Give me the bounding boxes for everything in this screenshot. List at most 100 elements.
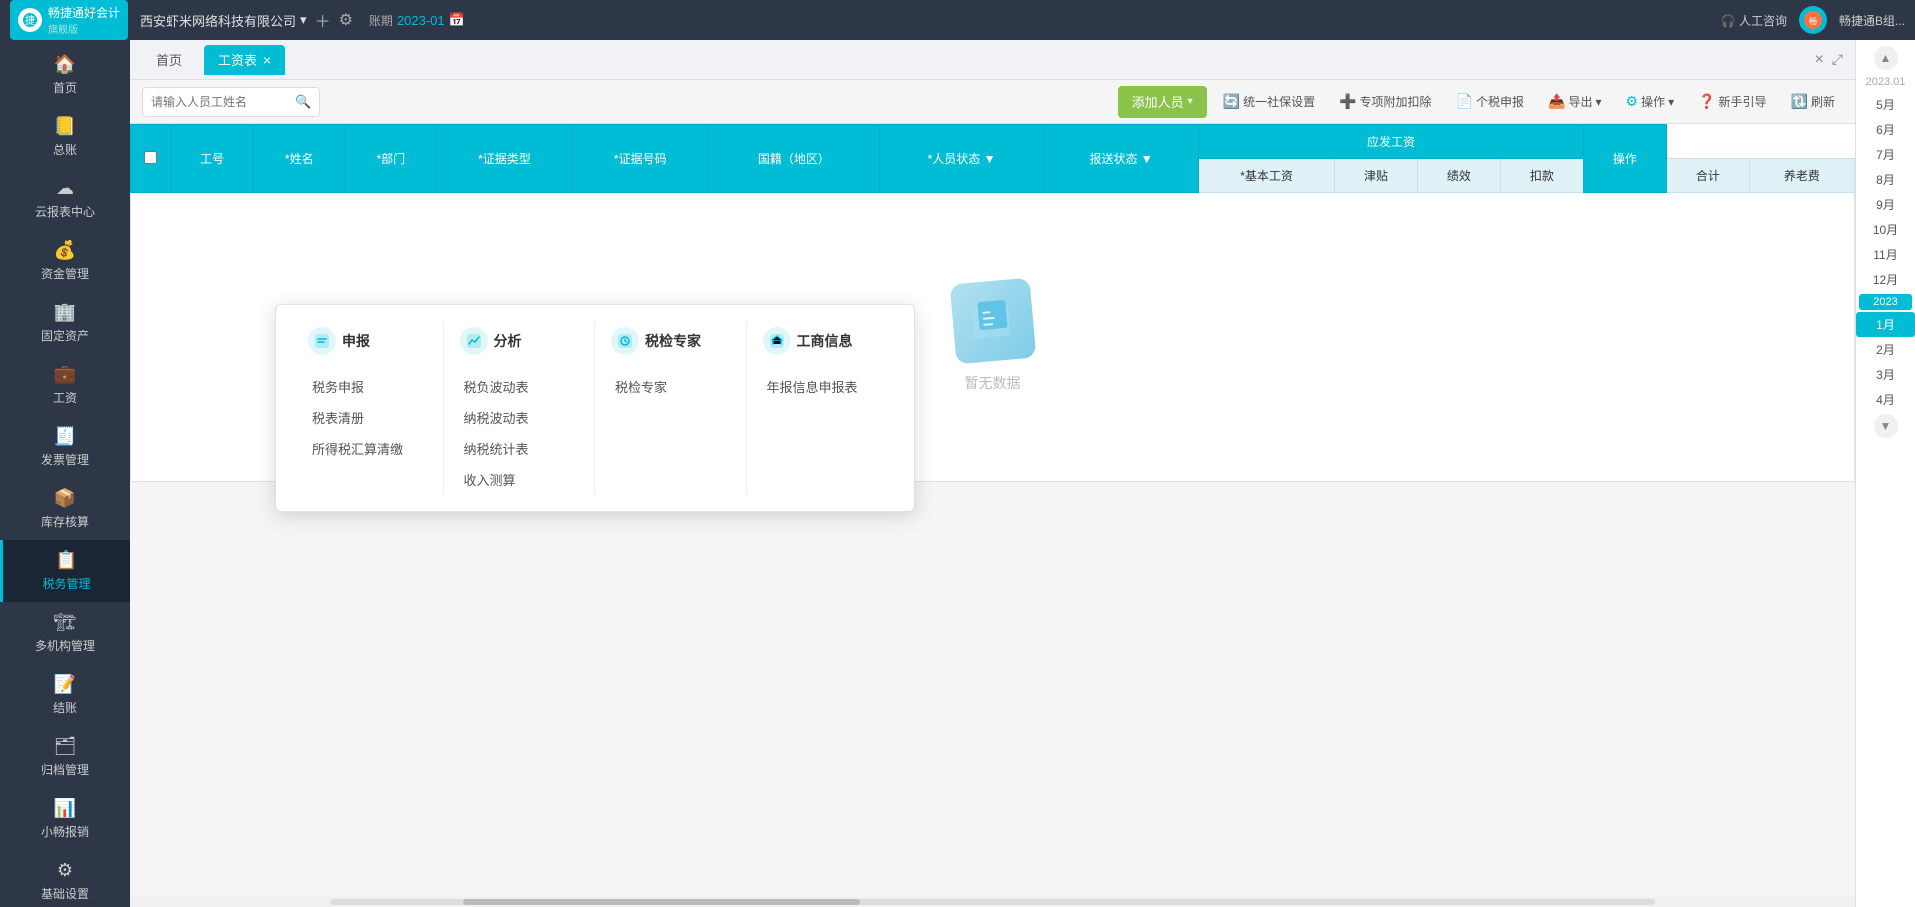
menu-item-tax-declaration[interactable]: 税务申报 [308,371,427,402]
sidebar-item-settings[interactable]: ⚙ 基础设置 [0,850,130,907]
sidebar-item-salary[interactable]: 💼 工资 [0,354,130,416]
select-all-checkbox[interactable] [144,151,157,164]
window-close-icon[interactable]: × [1814,51,1823,69]
toolbar: 🔍 添加人员 ▾ 🔄 统一社保设置 ➕ 专项附加扣除 📄 个税申报 📤 导出 [130,80,1855,124]
timeline-month-3[interactable]: 3月 [1856,362,1915,387]
sidebar: 🏠 首页 📒 总账 ☁ 云报表中心 💰 资金管理 🏢 固定资产 💼 工资 🧾 发… [0,40,130,907]
timeline-month-10[interactable]: 10月 [1856,217,1915,242]
top-bar-right: 🎧 人工咨询 畅 畅捷通B组... [1721,6,1905,34]
username[interactable]: 畅捷通B组... [1839,12,1905,29]
sidebar-item-funds[interactable]: 💰 资金管理 [0,230,130,292]
tab-close-icon[interactable]: × [263,52,271,68]
guide-toolbar-label: 新手引导 [1719,93,1767,110]
guide-button[interactable]: ❓ 新手引导 [1690,89,1774,114]
timeline-month-2[interactable]: 2月 [1856,337,1915,362]
declaration-header-label: 申报 [342,331,370,351]
menu-item-tax-schedule[interactable]: 税表清册 [308,402,427,433]
special-deduction-button[interactable]: ➕ 专项附加扣除 [1331,89,1439,114]
support-link[interactable]: 🎧 人工咨询 [1721,12,1787,29]
sidebar-item-assets[interactable]: 🏢 固定资产 [0,292,130,354]
add-person-button[interactable]: 添加人员 ▾ [1118,86,1207,118]
header-status[interactable]: *人员状态 ▼ [880,125,1044,193]
sidebar-item-tax[interactable]: 📋 税务管理 [0,540,130,602]
sidebar-label-archive: 归档管理 [41,761,89,778]
calendar-icon[interactable]: 📅 [449,12,465,28]
cloud-icon: ☁ [56,178,74,199]
sidebar-label-inventory: 库存核算 [41,513,89,530]
operations-button[interactable]: ⚙ 操作 ▾ [1617,89,1682,114]
sidebar-item-close[interactable]: 📝 结账 [0,664,130,726]
export-label: 导出 [1568,93,1592,110]
sidebar-label-salary: 工资 [53,389,77,406]
tab-salary-table[interactable]: 工资表 × [204,45,285,75]
menu-item-tax-expert[interactable]: 税检专家 [611,371,730,402]
popup-header-expert: 税检专家 [611,321,730,365]
sidebar-item-invoice[interactable]: 🧾 发票管理 [0,416,130,478]
period-value[interactable]: 2023-01 [397,13,445,28]
menu-item-annual-report[interactable]: 年报信息申报表 [763,371,883,402]
tax-report-icon: 📄 [1456,93,1473,110]
timeline-month-1[interactable]: 1月 [1856,312,1915,337]
table-container: 工号 *姓名 *部门 *证据类型 *证据号码 国籍（地区） *人员状态 ▼ 报送… [130,124,1855,897]
special-deduction-icon: ➕ [1339,93,1356,110]
window-restore-icon[interactable]: ⤢ [1832,51,1843,68]
svg-text:捷: 捷 [25,14,35,27]
multiorg-icon: 🏗 [54,612,77,633]
timeline-month-12[interactable]: 12月 [1856,267,1915,292]
sidebar-item-cloud[interactable]: ☁ 云报表中心 [0,168,130,230]
main-layout: 🏠 首页 📒 总账 ☁ 云报表中心 💰 资金管理 🏢 固定资产 💼 工资 🧾 发… [0,40,1915,907]
header-allowance: 津贴 [1334,159,1417,193]
timeline-month-6[interactable]: 6月 [1856,117,1915,142]
funds-icon: 💰 [54,240,76,261]
timeline-month-9[interactable]: 9月 [1856,192,1915,217]
menu-item-tax-stats[interactable]: 纳税统计表 [460,433,579,464]
sidebar-item-archive[interactable]: 🗂 归档管理 [0,726,130,788]
timeline-month-5[interactable]: 5月 [1856,92,1915,117]
popup-header-business: 工商信息 [763,321,883,365]
refresh-button[interactable]: 🔃 刷新 [1783,89,1843,114]
company-actions: ＋ ⚙ [315,8,353,32]
scrollbar-track [330,899,1655,905]
header-checkbox-col[interactable] [131,125,171,193]
assets-icon: 🏢 [54,302,76,323]
sidebar-item-inventory[interactable]: 📦 库存核算 [0,478,130,540]
sidebar-label-tax: 税务管理 [42,575,90,592]
menu-item-tax-burden[interactable]: 税负波动表 [460,371,579,402]
header-report-status[interactable]: 报送状态 ▼ [1043,125,1198,193]
company-dropdown-icon[interactable]: ▾ [300,12,307,28]
timeline-month-11[interactable]: 11月 [1856,242,1915,267]
timeline-month-7[interactable]: 7月 [1856,142,1915,167]
timeline-year-header: 2023.01 [1864,72,1908,92]
company-name: 西安虾米网络科技有限公司 [140,11,296,30]
sidebar-item-multiorg[interactable]: 🏗 多机构管理 [0,602,130,664]
business-header-label: 工商信息 [797,331,853,351]
company-selector[interactable]: 西安虾米网络科技有限公司 ▾ [140,11,307,30]
add-company-icon[interactable]: ＋ [315,8,331,32]
export-button[interactable]: 📤 导出 ▾ [1540,89,1609,114]
menu-item-income-calc[interactable]: 收入测算 [460,464,579,495]
sidebar-label-cloud: 云报表中心 [35,203,95,220]
timeline-scroll-down[interactable]: ▼ [1874,414,1898,438]
search-input[interactable] [151,95,291,109]
social-security-button[interactable]: 🔄 统一社保设置 [1215,89,1323,114]
timeline-scroll-up[interactable]: ▲ [1874,46,1898,70]
user-avatar[interactable]: 畅 [1799,6,1827,34]
header-total: 合计 [1666,159,1749,193]
sidebar-item-home[interactable]: 🏠 首页 [0,44,130,106]
empty-text: 暂无数据 [965,373,1021,393]
settings-sidebar-icon: ⚙ [57,860,73,881]
menu-item-income-tax[interactable]: 所得税汇算清缴 [308,433,427,464]
sidebar-item-report[interactable]: 📊 小畅报销 [0,788,130,850]
top-bar: 捷 畅捷通好会计 旗舰版 西安虾米网络科技有限公司 ▾ ＋ ⚙ 账期 2023-… [0,0,1915,40]
sidebar-label-invoice: 发票管理 [41,451,89,468]
timeline-month-8[interactable]: 8月 [1856,167,1915,192]
tab-salary-label: 工资表 [218,50,257,69]
timeline-month-4[interactable]: 4月 [1856,387,1915,412]
scrollbar-thumb[interactable] [463,899,861,905]
menu-item-tax-payment[interactable]: 纳税波动表 [460,402,579,433]
tax-report-button[interactable]: 📄 个税申报 [1448,89,1532,114]
tab-home[interactable]: 首页 [142,45,196,75]
settings-icon[interactable]: ⚙ [339,10,353,30]
horizontal-scrollbar[interactable] [130,897,1855,907]
sidebar-item-ledger[interactable]: 📒 总账 [0,106,130,168]
